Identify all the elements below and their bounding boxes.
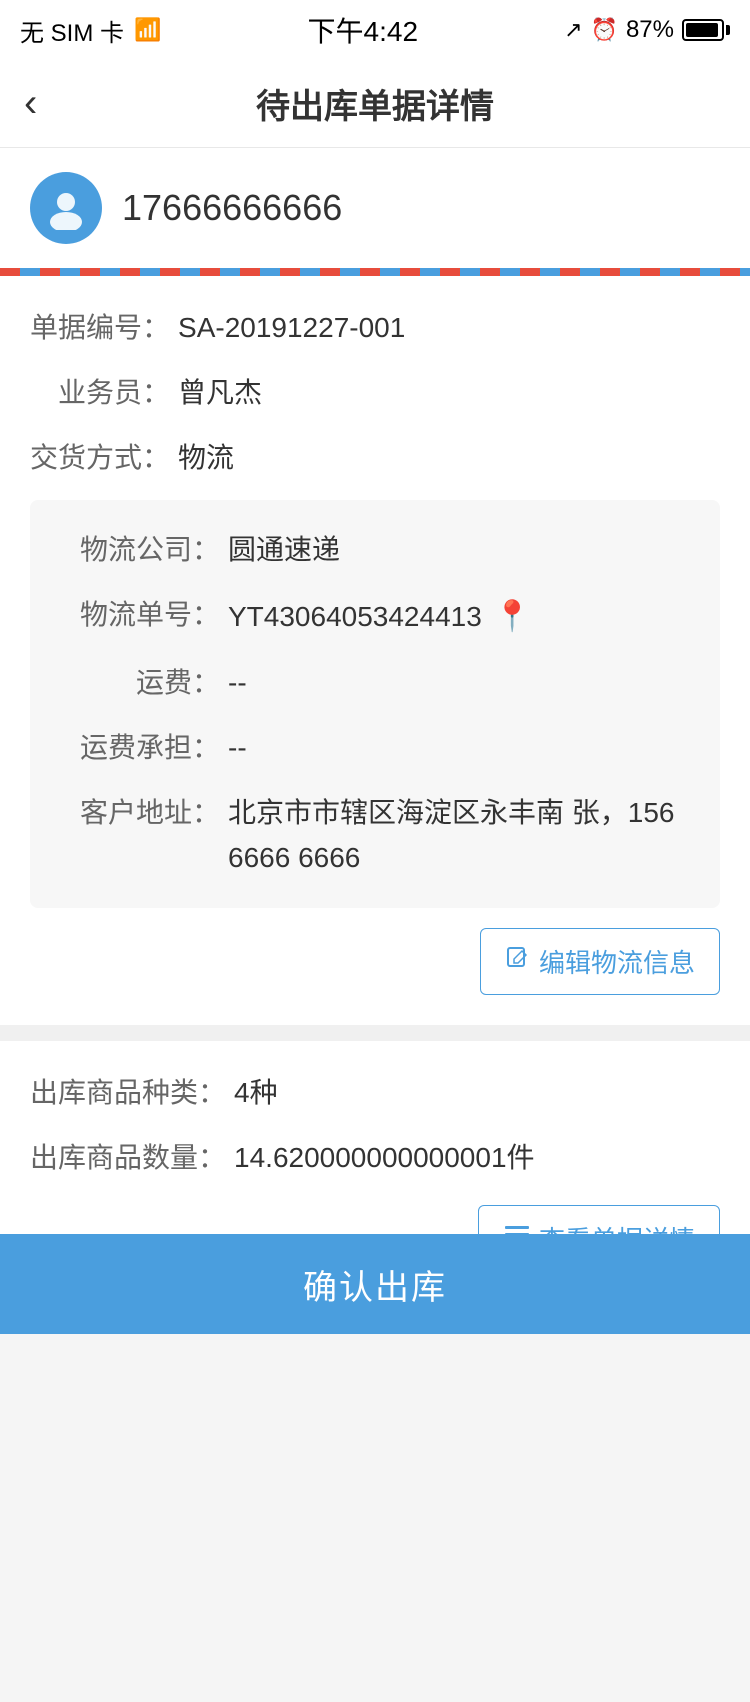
edit-btn-row: 编辑物流信息 (30, 928, 720, 995)
delivery-method-row: 交货方式： 物流 (30, 436, 720, 481)
map-pin-icon[interactable]: 📍 (494, 593, 531, 641)
logistics-card: 物流公司： 圆通速递 物流单号： YT43064053424413 📍 运费： … (30, 500, 720, 908)
edit-logistics-label: 编辑物流信息 (539, 943, 695, 980)
logistics-freight-bearer-value: -- (220, 726, 690, 771)
logistics-tracking-value: YT43064053424413 📍 (220, 593, 690, 641)
edit-icon (505, 945, 531, 978)
product-category-row: 出库商品种类： 4种 (30, 1071, 720, 1116)
logistics-freight-bearer-label: 运费承担： (60, 726, 220, 771)
page-title: 待出库单据详情 (256, 79, 494, 128)
salesperson-value: 曾凡杰 (170, 371, 720, 416)
logistics-freight-value: -- (220, 661, 690, 706)
document-number-row: 单据编号： SA-20191227-001 (30, 306, 720, 351)
back-icon: ‹ (24, 81, 37, 126)
salesperson-label: 业务员： (30, 371, 170, 416)
section-separator (0, 1025, 750, 1041)
back-button[interactable]: ‹ (24, 81, 37, 126)
status-bar: 无 SIM 卡 📶 下午4:42 ↗ ⏰ 87% (0, 0, 750, 60)
carrier-text: 无 SIM 卡 (20, 13, 124, 48)
logistics-tracking-label: 物流单号： (60, 593, 220, 638)
dashed-divider (0, 268, 750, 276)
product-category-label: 出库商品种类： (30, 1071, 226, 1116)
avatar (30, 172, 102, 244)
battery-icon (682, 19, 730, 41)
logistics-company-label: 物流公司： (60, 528, 220, 573)
logistics-address-value: 北京市市辖区海淀区永丰南 张，156 6666 6666 (220, 791, 690, 881)
logistics-company-row: 物流公司： 圆通速递 (60, 528, 690, 573)
basic-info-section: 单据编号： SA-20191227-001 业务员： 曾凡杰 交货方式： 物流 … (0, 276, 750, 1025)
status-left: 无 SIM 卡 📶 (20, 13, 161, 48)
status-time: 下午4:42 (308, 10, 419, 50)
logistics-company-value: 圆通速递 (220, 528, 690, 573)
nav-bar: ‹ 待出库单据详情 (0, 60, 750, 148)
wifi-icon: 📶 (134, 17, 161, 43)
location-active-icon: ↗ (564, 17, 582, 43)
confirm-button[interactable]: 确认出库 (0, 1234, 750, 1334)
logistics-address-label: 客户地址： (60, 791, 220, 836)
battery-percent: 87% (626, 16, 674, 44)
confirm-button-label: 确认出库 (303, 1260, 447, 1309)
product-quantity-row: 出库商品数量： 14.620000000000001件 (30, 1136, 720, 1181)
delivery-method-value: 物流 (170, 436, 720, 481)
logistics-freight-row: 运费： -- (60, 661, 690, 706)
logistics-freight-label: 运费： (60, 661, 220, 706)
product-quantity-value: 14.620000000000001件 (226, 1136, 720, 1181)
empty-spacer (0, 1302, 750, 1602)
logistics-address-row: 客户地址： 北京市市辖区海淀区永丰南 张，156 6666 6666 (60, 791, 690, 881)
document-number-label: 单据编号： (30, 306, 170, 351)
delivery-method-label: 交货方式： (30, 436, 170, 481)
edit-logistics-button[interactable]: 编辑物流信息 (480, 928, 720, 995)
user-phone: 17666666666 (122, 187, 342, 229)
salesperson-row: 业务员： 曾凡杰 (30, 371, 720, 416)
status-right: ↗ ⏰ 87% (564, 16, 730, 44)
document-number-value: SA-20191227-001 (170, 306, 720, 351)
product-category-value: 4种 (226, 1071, 720, 1116)
logistics-freight-bearer-row: 运费承担： -- (60, 726, 690, 771)
alarm-icon: ⏰ (591, 17, 618, 43)
product-quantity-label: 出库商品数量： (30, 1136, 226, 1181)
logistics-tracking-row: 物流单号： YT43064053424413 📍 (60, 593, 690, 641)
user-header: 17666666666 (0, 148, 750, 268)
